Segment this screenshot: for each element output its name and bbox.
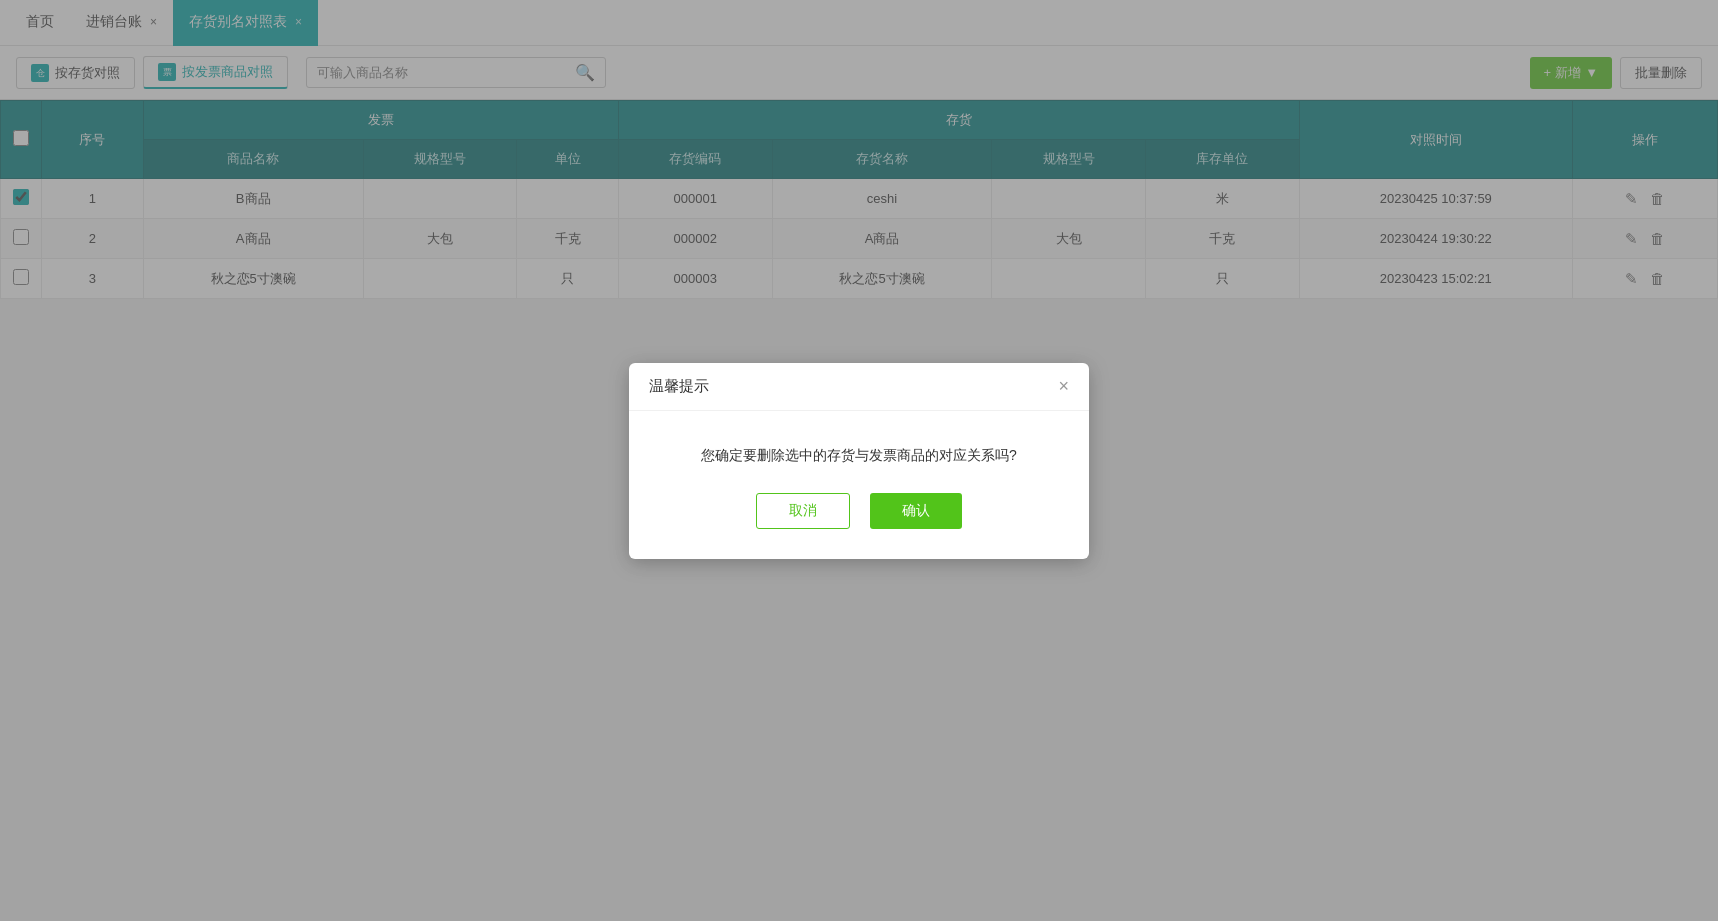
dialog-message: 您确定要删除选中的存货与发票商品的对应关系吗? (701, 447, 1017, 463)
dialog-footer: 取消 确认 (629, 493, 1089, 559)
confirm-dialog: 温馨提示 × 您确定要删除选中的存货与发票商品的对应关系吗? 取消 确认 (629, 363, 1089, 559)
dialog-close-button[interactable]: × (1058, 377, 1069, 395)
dialog-confirm-button[interactable]: 确认 (870, 493, 962, 529)
dialog-body: 您确定要删除选中的存货与发票商品的对应关系吗? (629, 411, 1089, 493)
dialog-header: 温馨提示 × (629, 363, 1089, 411)
dialog-overlay: 温馨提示 × 您确定要删除选中的存货与发票商品的对应关系吗? 取消 确认 (0, 0, 1718, 921)
dialog-title: 温馨提示 (649, 377, 709, 396)
dialog-cancel-button[interactable]: 取消 (756, 493, 850, 529)
